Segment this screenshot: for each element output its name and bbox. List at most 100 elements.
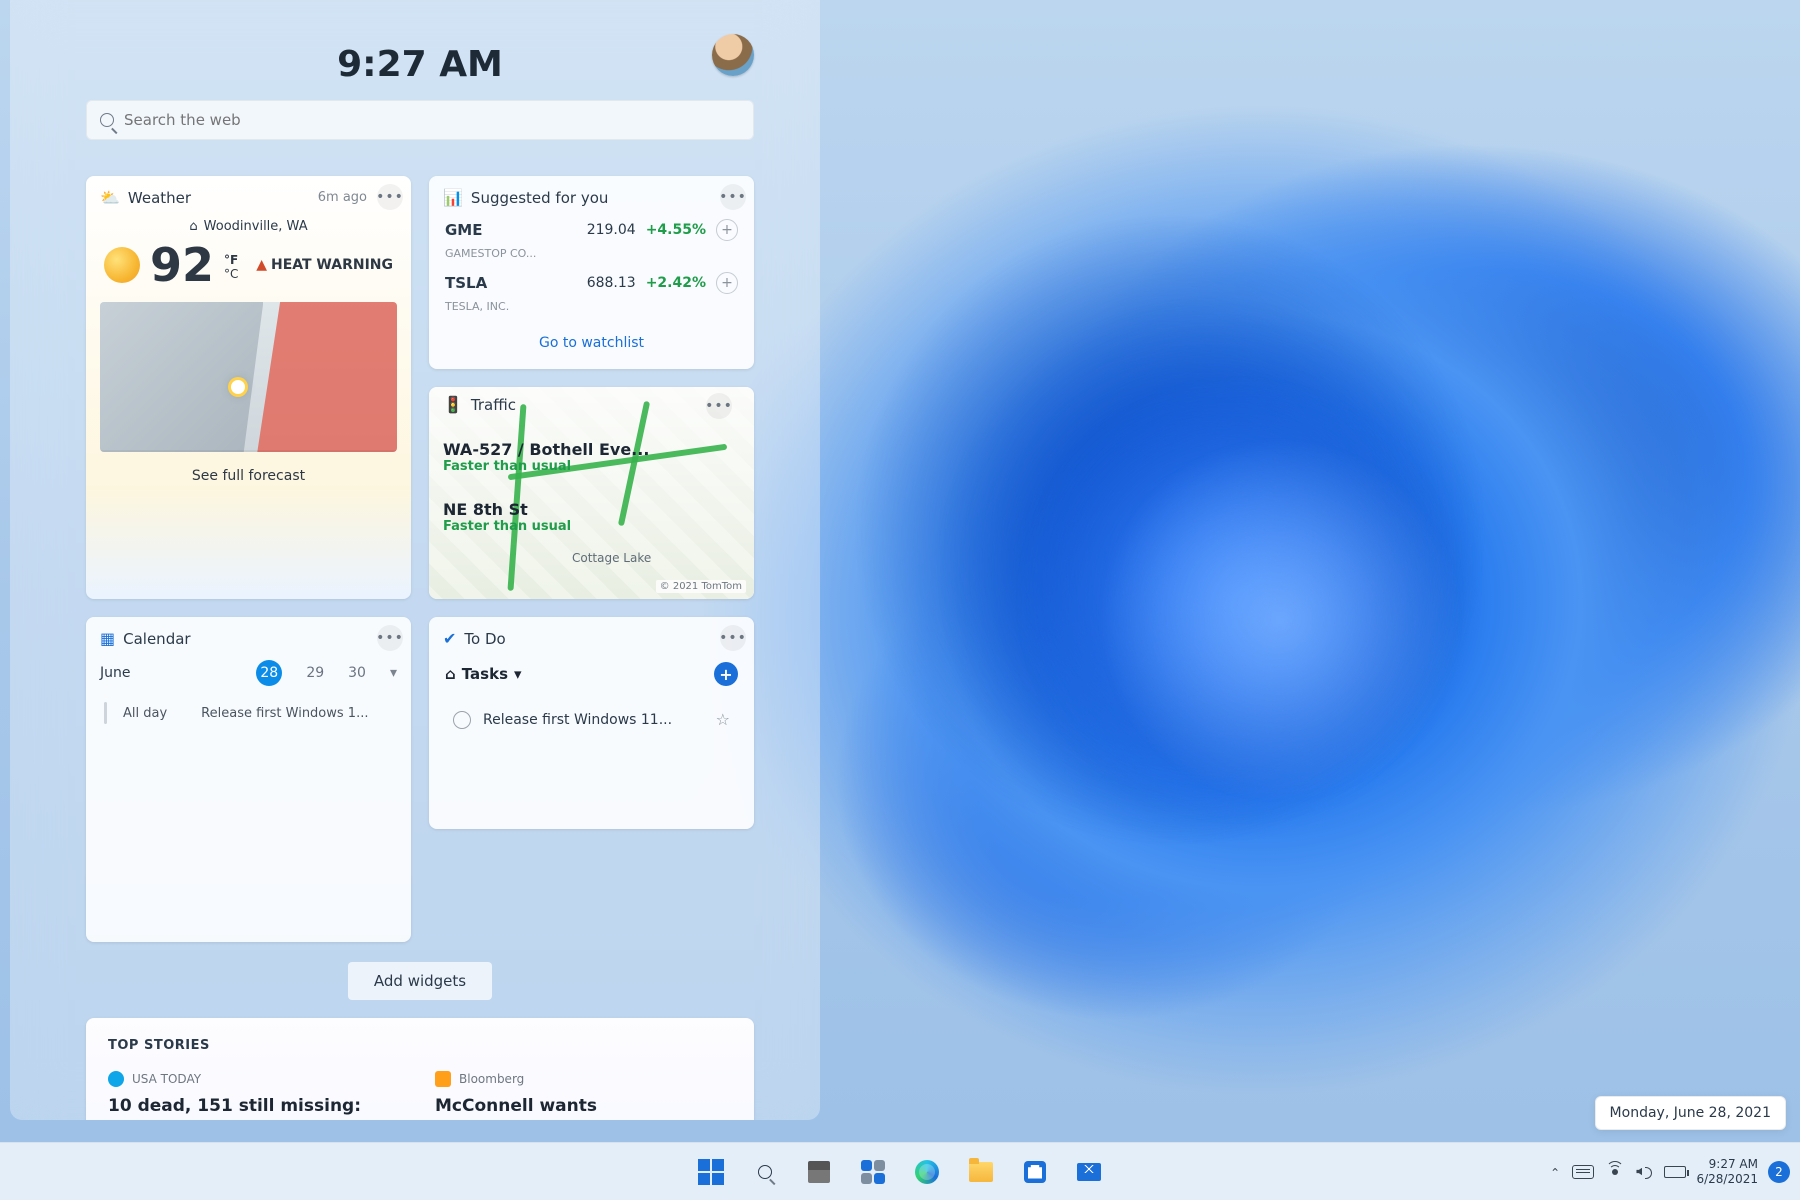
stocks-icon: 📊	[443, 188, 463, 207]
widgets-button[interactable]	[851, 1150, 895, 1194]
traffic-status-1: Faster than usual	[443, 459, 740, 474]
news-widget[interactable]: TOP STORIES USA TODAY 10 dead, 151 still…	[86, 1018, 754, 1120]
system-tray[interactable]: ⌄	[1550, 1165, 1686, 1179]
more-icon[interactable]: •••	[377, 184, 403, 210]
suggested-widget[interactable]: 📊 Suggested for you ••• GME 219.04 +4.55…	[429, 176, 754, 369]
unit-c[interactable]: °C	[224, 267, 238, 281]
weather-title: Weather	[128, 189, 191, 207]
news-story[interactable]: Bloomberg McConnell wants infrastructure…	[435, 1071, 732, 1120]
widgets-icon	[861, 1160, 885, 1184]
taskbar-clock[interactable]: 9:27 AM 6/28/2021	[1696, 1157, 1758, 1186]
calendar-header: ▦ Calendar •••	[86, 617, 411, 654]
taskbar: ⌄ 9:27 AM 6/28/2021 2	[0, 1142, 1800, 1200]
calendar-day-row[interactable]: June 28 29 30	[86, 654, 411, 696]
add-stock-button[interactable]: +	[716, 272, 738, 294]
battery-icon[interactable]	[1664, 1166, 1686, 1178]
traffic-status-2: Faster than usual	[443, 519, 740, 534]
weather-units[interactable]: °F °C	[224, 253, 238, 281]
add-widgets-button[interactable]: Add widgets	[348, 962, 492, 1000]
mail-icon	[1077, 1163, 1101, 1181]
stock-symbol: GME	[445, 221, 577, 239]
stock-company: TESLA, INC.	[445, 300, 577, 313]
weather-location-row: Woodinville, WA	[86, 213, 411, 234]
unit-f[interactable]: °F	[224, 253, 238, 267]
desktop: 9:27 AM ⛅ Weather 6m ago ••• Woodinville…	[0, 0, 1800, 1200]
calendar-day[interactable]: 30	[348, 665, 366, 681]
calendar-day[interactable]: 29	[306, 665, 324, 681]
todo-title: To Do	[464, 630, 505, 648]
file-explorer-button[interactable]	[959, 1150, 1003, 1194]
taskbar-search-button[interactable]	[743, 1150, 787, 1194]
home-icon	[189, 219, 197, 234]
tray-overflow-icon[interactable]: ⌄	[1550, 1165, 1560, 1179]
more-icon[interactable]: •••	[377, 625, 403, 651]
chevron-down-icon[interactable]	[514, 665, 522, 683]
calendar-title: Calendar	[123, 630, 190, 648]
stock-row[interactable]: GME 219.04 +4.55% + GAMESTOP CO...	[429, 213, 754, 266]
stock-change: +2.42%	[646, 275, 706, 291]
todo-widget[interactable]: ✔ To Do ••• Tasks + Release first Window…	[429, 617, 754, 829]
keyboard-icon[interactable]	[1572, 1165, 1594, 1179]
traffic-widget[interactable]: 🚦 Traffic ••• WA-527 / Bothell Eve... Fa…	[429, 387, 754, 599]
stock-row[interactable]: TSLA 688.13 +2.42% + TESLA, INC.	[429, 266, 754, 319]
user-avatar[interactable]	[712, 34, 754, 76]
calendar-month: June	[100, 665, 131, 681]
calendar-day-selected[interactable]: 28	[256, 660, 282, 686]
taskbar-right: ⌄ 9:27 AM 6/28/2021 2	[1550, 1143, 1790, 1200]
todo-item[interactable]: Release first Windows 11... ☆	[429, 694, 754, 745]
news-headline: 10 dead, 151 still missing: What we know…	[108, 1095, 405, 1120]
news-source: USA TODAY	[132, 1072, 201, 1086]
start-button[interactable]	[689, 1150, 733, 1194]
stock-price: 219.04	[587, 222, 636, 238]
see-forecast-link[interactable]: See full forecast	[86, 452, 411, 502]
suggested-header: 📊 Suggested for you •••	[429, 176, 754, 213]
taskbar-date: 6/28/2021	[1696, 1172, 1758, 1186]
chevron-down-icon[interactable]	[390, 665, 397, 681]
edge-icon	[915, 1160, 939, 1184]
star-icon[interactable]: ☆	[716, 710, 730, 729]
news-story[interactable]: USA TODAY 10 dead, 151 still missing: Wh…	[108, 1071, 405, 1120]
widgets-header: 9:27 AM	[86, 22, 754, 100]
widgets-clock: 9:27 AM	[337, 44, 503, 85]
allday-label: All day	[123, 706, 167, 721]
todo-list-selector[interactable]: Tasks +	[429, 654, 754, 694]
task-view-button[interactable]	[797, 1150, 841, 1194]
notification-badge[interactable]: 2	[1768, 1161, 1790, 1183]
suggested-title: Suggested for you	[471, 189, 608, 207]
calendar-widget[interactable]: ▦ Calendar ••• June 28 29 30 All day Rel…	[86, 617, 411, 942]
more-icon[interactable]: •••	[706, 393, 732, 419]
add-stock-button[interactable]: +	[716, 219, 738, 241]
home-icon	[445, 665, 456, 683]
volume-icon[interactable]	[1636, 1165, 1652, 1179]
wifi-icon[interactable]	[1606, 1165, 1624, 1179]
weather-widget[interactable]: ⛅ Weather 6m ago ••• Woodinville, WA 92 …	[86, 176, 411, 599]
news-source: Bloomberg	[459, 1072, 524, 1086]
more-icon[interactable]: •••	[720, 625, 746, 651]
mail-button[interactable]	[1067, 1150, 1111, 1194]
stock-price: 688.13	[587, 275, 636, 291]
date-tooltip: Monday, June 28, 2021	[1595, 1096, 1786, 1130]
source-icon	[108, 1071, 124, 1087]
task-view-icon	[808, 1161, 830, 1183]
search-box[interactable]	[86, 100, 754, 140]
traffic-route-1: WA-527 / Bothell Eve...	[443, 440, 740, 459]
traffic-icon: 🚦	[443, 395, 463, 414]
store-button[interactable]	[1013, 1150, 1057, 1194]
taskbar-time: 9:27 AM	[1696, 1157, 1758, 1171]
weather-header: ⛅ Weather 6m ago •••	[86, 176, 411, 213]
stock-change: +4.55%	[646, 222, 706, 238]
taskbar-center	[689, 1143, 1111, 1200]
more-icon[interactable]: •••	[720, 184, 746, 210]
todo-checkbox[interactable]	[453, 711, 471, 729]
store-icon	[1024, 1161, 1046, 1183]
watchlist-link[interactable]: Go to watchlist	[429, 319, 754, 369]
weather-location: Woodinville, WA	[204, 219, 308, 234]
calendar-event[interactable]: All day Release first Windows 1...	[86, 696, 411, 730]
weather-map[interactable]	[100, 302, 397, 452]
weather-icon: ⛅	[100, 188, 120, 207]
traffic-route-2: NE 8th St	[443, 500, 740, 519]
todo-icon: ✔	[443, 629, 456, 648]
search-input[interactable]	[124, 111, 740, 129]
edge-button[interactable]	[905, 1150, 949, 1194]
add-task-button[interactable]: +	[714, 662, 738, 686]
